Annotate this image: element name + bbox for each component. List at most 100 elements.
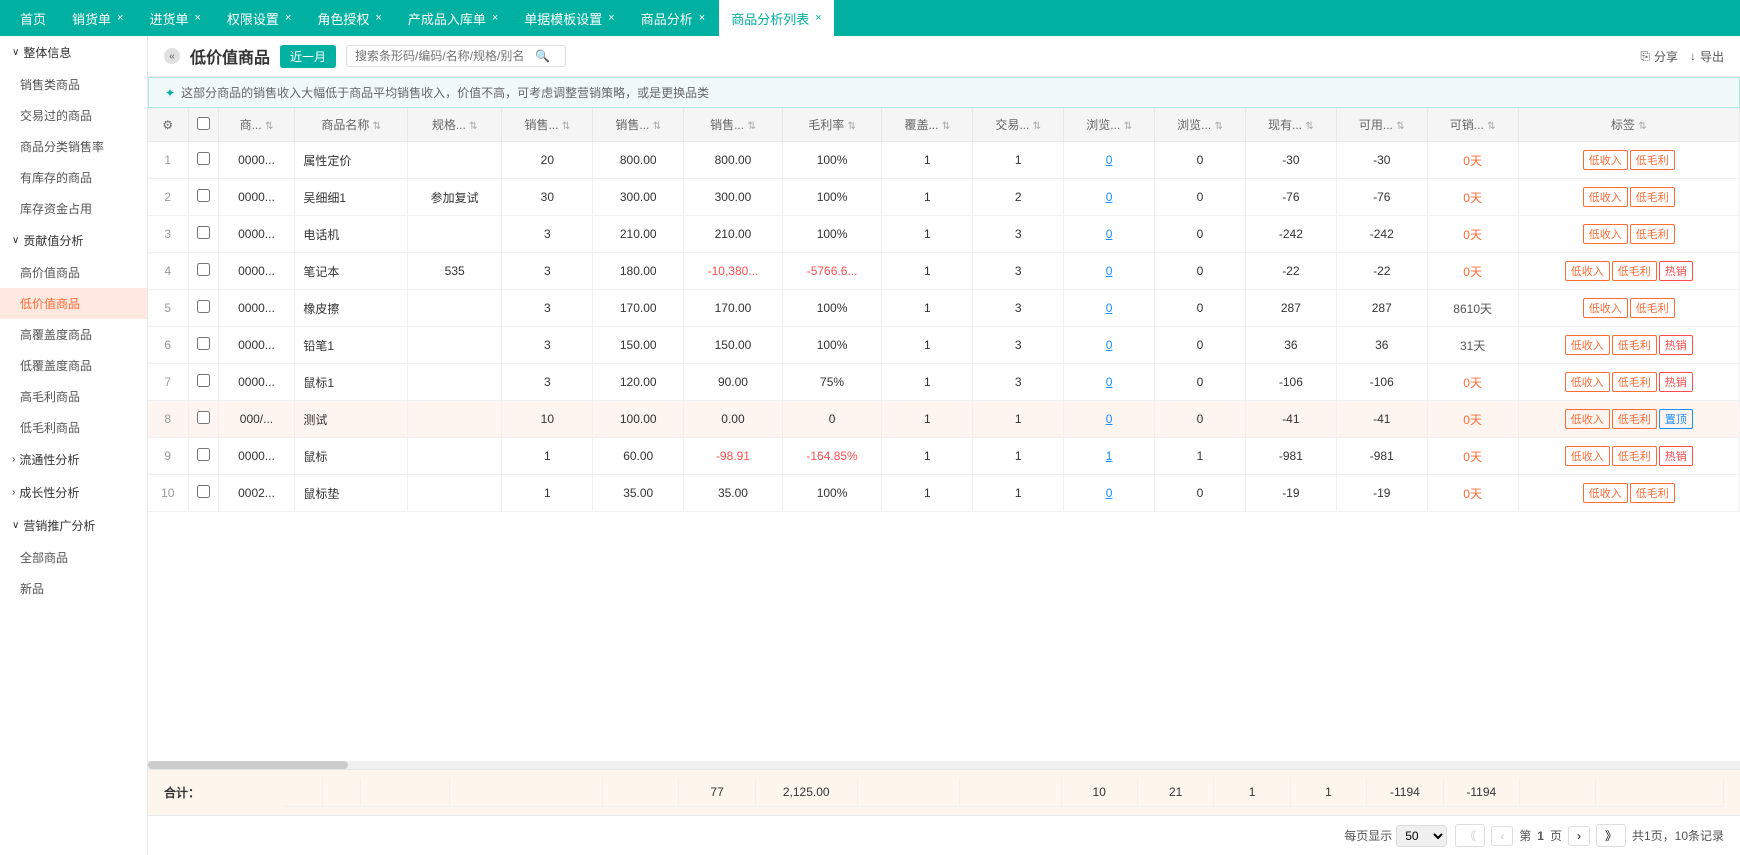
nav-template-settings[interactable]: 单据模板设置 × [512,0,626,36]
row-view1[interactable]: 0 [1064,364,1155,401]
row-view1[interactable]: 0 [1064,179,1155,216]
nav-product-entry[interactable]: 产成品入库单 × [396,0,510,36]
sidebar-item-stock-capital[interactable]: 库存资金占用 [0,193,147,224]
export-button[interactable]: ↓ 导出 [1690,48,1724,65]
row-checkbox-cell[interactable] [188,216,218,253]
col-spec[interactable]: 规格... ⇅ [407,108,501,142]
view1-value[interactable]: 1 [1106,449,1113,463]
close-icon[interactable]: × [194,12,200,24]
row-checkbox[interactable] [197,152,210,165]
next-page-button[interactable]: › [1568,826,1590,846]
view1-value[interactable]: 0 [1106,264,1113,278]
row-view1[interactable]: 0 [1064,253,1155,290]
row-checkbox[interactable] [197,411,210,424]
sidebar-group-overall[interactable]: ∨ 整体信息 [0,36,147,69]
nav-product-analysis[interactable]: 商品分析 × [629,0,717,36]
row-checkbox-cell[interactable] [188,290,218,327]
nav-product-analysis-list[interactable]: 商品分析列表 × [719,0,833,36]
row-view1[interactable]: 0 [1064,216,1155,253]
sidebar-item-traded-products[interactable]: 交易过的商品 [0,100,147,131]
sidebar-group-contribution[interactable]: ∨ 贡献值分析 [0,224,147,257]
view1-value[interactable]: 0 [1106,412,1113,426]
sidebar-item-category-sales-rate[interactable]: 商品分类销售率 [0,131,147,162]
row-checkbox-cell[interactable] [188,364,218,401]
col-sales-cost[interactable]: 销售... ⇅ [684,108,783,142]
nav-permissions[interactable]: 权限设置 × [215,0,303,36]
close-icon[interactable]: × [815,12,821,24]
view1-value[interactable]: 0 [1106,190,1113,204]
close-icon[interactable]: × [285,12,291,24]
view1-value[interactable]: 0 [1106,301,1113,315]
col-coverage[interactable]: 覆盖... ⇅ [882,108,973,142]
nav-purchase-order[interactable]: 进货单 × [137,0,212,36]
col-sales-amount[interactable]: 销售... ⇅ [593,108,684,142]
per-page-select[interactable]: 50 20 100 [1396,825,1447,847]
col-profit-rate[interactable]: 毛利率 ⇅ [782,108,882,142]
row-checkbox-cell[interactable] [188,142,218,179]
sidebar-item-high-value[interactable]: 高价值商品 [0,257,147,288]
sidebar-item-stock-products[interactable]: 有库存的商品 [0,162,147,193]
view1-value[interactable]: 0 [1106,153,1113,167]
view1-value[interactable]: 0 [1106,338,1113,352]
scroll-thumb[interactable] [148,761,348,769]
row-view1[interactable]: 0 [1064,290,1155,327]
col-settings[interactable]: ⚙ [148,108,188,142]
row-checkbox-cell[interactable] [188,438,218,475]
col-saleable[interactable]: 可销... ⇅ [1427,108,1518,142]
last-page-button[interactable]: 》 [1596,824,1626,847]
close-icon[interactable]: × [699,12,705,24]
nav-home[interactable]: 首页 [8,0,58,36]
row-checkbox-cell[interactable] [188,475,218,512]
row-checkbox-cell[interactable] [188,253,218,290]
row-checkbox-cell[interactable] [188,327,218,364]
search-input[interactable] [355,49,535,63]
sidebar-item-low-margin[interactable]: 低毛利商品 [0,412,147,443]
row-checkbox-cell[interactable] [188,179,218,216]
sidebar-item-high-margin[interactable]: 高毛利商品 [0,381,147,412]
sidebar-item-new-products[interactable]: 新品 [0,573,147,604]
col-code[interactable]: 商... ⇅ [218,108,295,142]
nav-role-auth[interactable]: 角色授权 × [305,0,393,36]
nav-sales-order[interactable]: 销货单 × [60,0,135,36]
time-filter-button[interactable]: 近一月 [280,45,336,68]
close-icon[interactable]: × [117,12,123,24]
row-checkbox[interactable] [197,189,210,202]
sidebar-group-circulation[interactable]: › 流通性分析 [0,443,147,476]
row-view1[interactable]: 0 [1064,142,1155,179]
view1-value[interactable]: 0 [1106,375,1113,389]
close-icon[interactable]: × [492,12,498,24]
col-available-stock[interactable]: 可用... ⇅ [1336,108,1427,142]
share-button[interactable]: ⎘ 分享 [1640,48,1678,65]
close-icon[interactable]: × [608,12,614,24]
search-icon[interactable]: 🔍 [535,49,550,63]
sidebar-item-sales-products[interactable]: 销售类商品 [0,69,147,100]
row-view1[interactable]: 1 [1064,438,1155,475]
col-transaction[interactable]: 交易... ⇅ [973,108,1064,142]
col-view2[interactable]: 浏览... ⇅ [1155,108,1246,142]
collapse-button[interactable]: « [164,48,180,64]
col-tags[interactable]: 标签 ⇅ [1518,108,1739,142]
col-name[interactable]: 商品名称 ⇅ [295,108,408,142]
col-current-stock[interactable]: 现有... ⇅ [1245,108,1336,142]
row-checkbox[interactable] [197,448,210,461]
sidebar-group-marketing[interactable]: ∨ 营销推广分析 [0,509,147,542]
col-view1[interactable]: 浏览... ⇅ [1064,108,1155,142]
close-icon[interactable]: × [375,12,381,24]
sidebar-item-high-coverage[interactable]: 高覆盖度商品 [0,319,147,350]
row-checkbox[interactable] [197,374,210,387]
row-checkbox[interactable] [197,337,210,350]
prev-page-button[interactable]: ‹ [1491,826,1513,846]
row-checkbox[interactable] [197,226,210,239]
row-checkbox[interactable] [197,300,210,313]
row-view1[interactable]: 0 [1064,327,1155,364]
select-all-checkbox[interactable] [197,117,210,130]
row-checkbox[interactable] [197,485,210,498]
horizontal-scrollbar[interactable] [148,761,1740,769]
row-view1[interactable]: 0 [1064,475,1155,512]
row-checkbox[interactable] [197,263,210,276]
sidebar-item-low-value[interactable]: 低价值商品 [0,288,147,319]
row-view1[interactable]: 0 [1064,401,1155,438]
view1-value[interactable]: 0 [1106,486,1113,500]
sidebar-item-low-coverage[interactable]: 低覆盖度商品 [0,350,147,381]
sidebar-item-all-products[interactable]: 全部商品 [0,542,147,573]
